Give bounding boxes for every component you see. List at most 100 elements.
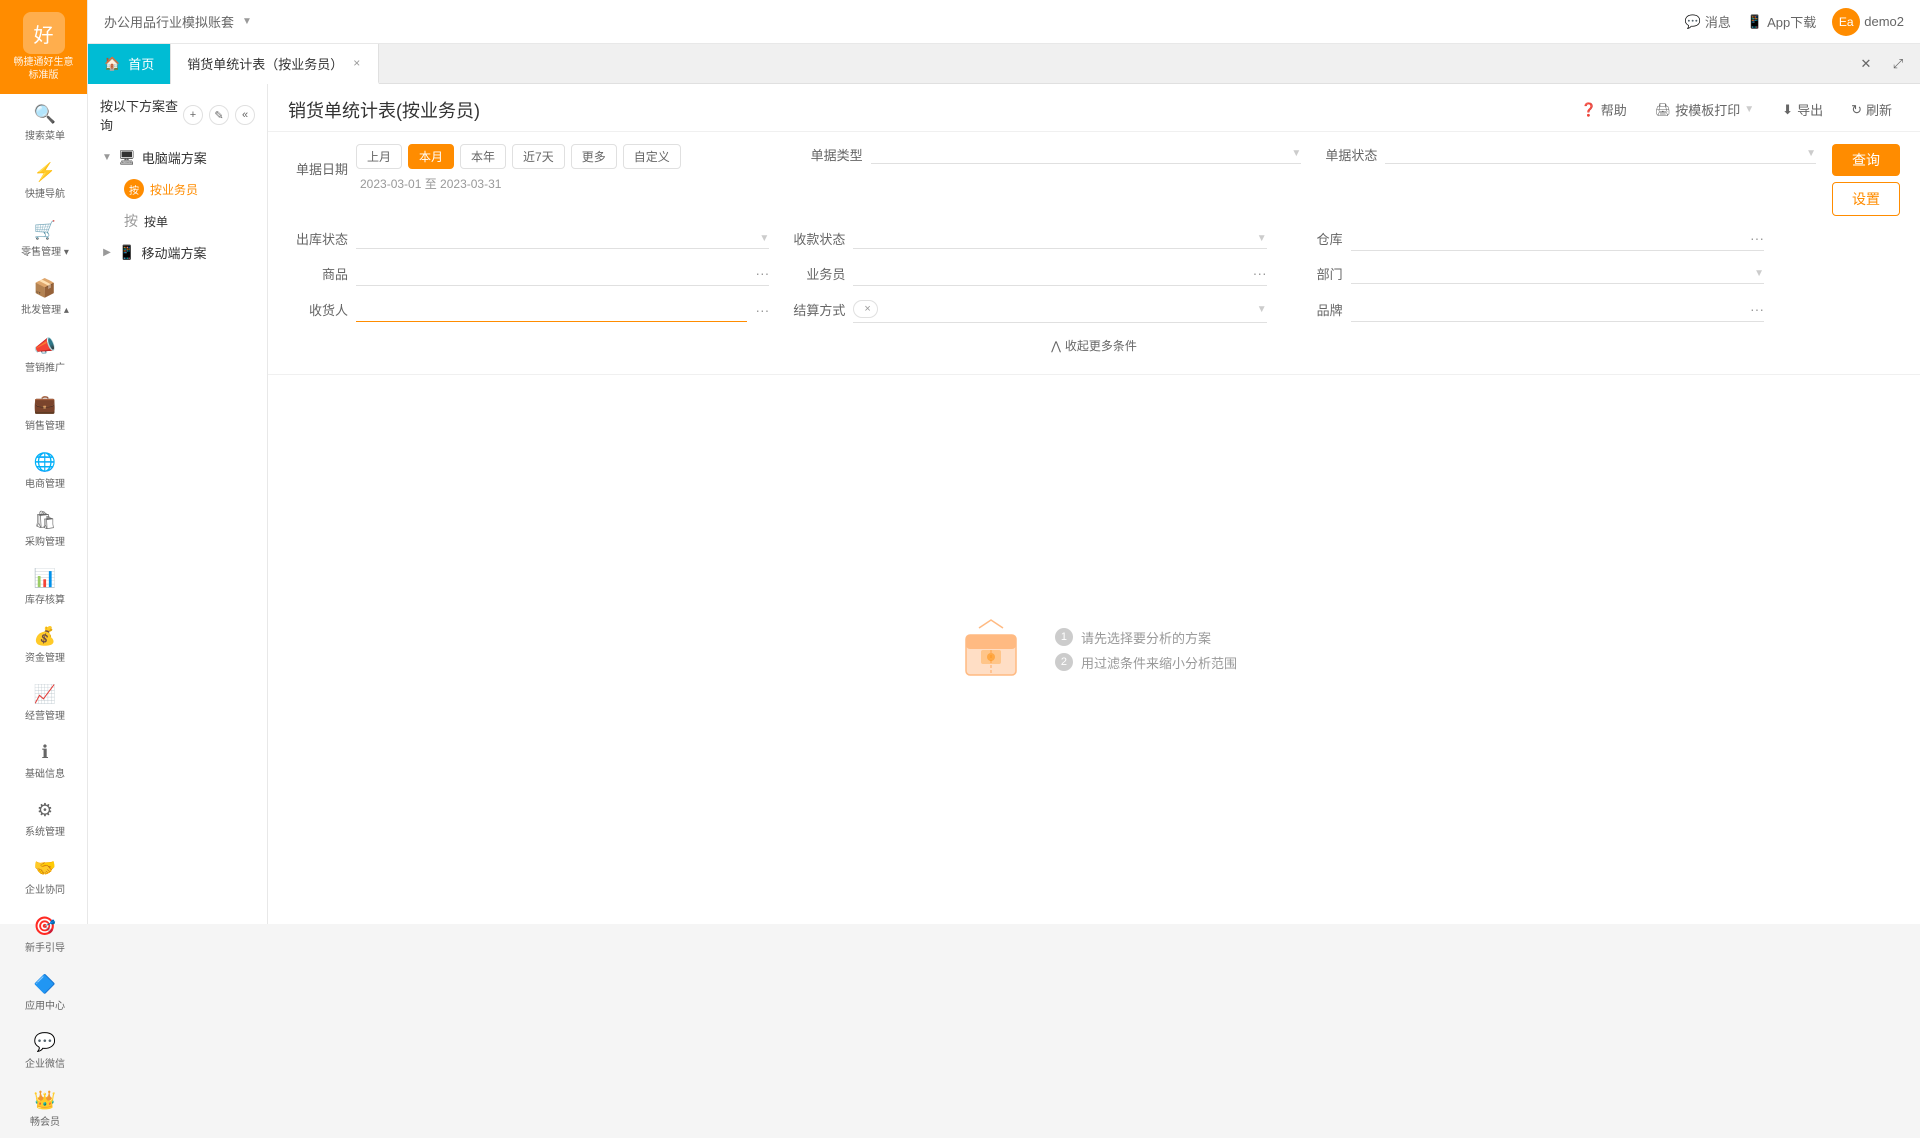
- settlement-select[interactable]: × ▼: [853, 296, 1266, 323]
- date-btn-last-month[interactable]: 上月: [356, 144, 402, 169]
- salesperson-select[interactable]: ···: [853, 261, 1266, 286]
- doc-status-select[interactable]: ▼: [1385, 144, 1816, 164]
- scheme-by-salesperson-label: 按业务员: [150, 181, 198, 198]
- tab-maximize-button[interactable]: ⤢: [1884, 50, 1912, 78]
- scheme-group-desktop[interactable]: ▼ 🖥 电脑端方案: [88, 142, 267, 173]
- logo[interactable]: 好 畅捷通好生意标准版: [0, 0, 87, 94]
- sidebar-item-label: 销售管理: [25, 417, 65, 432]
- sidebar-item-search[interactable]: 🔍 搜索菜单: [0, 94, 87, 152]
- help-button[interactable]: ❓ 帮助: [1573, 96, 1635, 123]
- sidebar-item-wechat[interactable]: 💬 企业微信: [0, 1022, 87, 1080]
- mobile-icon: 📱: [1747, 14, 1763, 30]
- date-btn-custom[interactable]: 自定义: [623, 144, 681, 169]
- sidebar-item-wholesale[interactable]: 📦 批发管理 ▴: [0, 268, 87, 326]
- message-button[interactable]: 💬 消息: [1685, 12, 1731, 31]
- sidebar-item-marketing[interactable]: 📣 营销推广: [0, 326, 87, 384]
- sidebar-item-sales[interactable]: 💼 销售管理: [0, 384, 87, 442]
- salesperson-dots-icon[interactable]: ···: [1253, 265, 1267, 281]
- settlement-arrow-icon: ▼: [1257, 304, 1267, 315]
- sidebar-item-inventory[interactable]: 📊 库存核算: [0, 558, 87, 616]
- department-select[interactable]: ▼: [1351, 264, 1764, 284]
- date-btn-7days[interactable]: 近7天: [512, 144, 565, 169]
- sidebar-item-member[interactable]: 👑 畅会员: [0, 1080, 87, 1138]
- export-button[interactable]: ⬇ 导出: [1774, 96, 1831, 123]
- sidebar-item-coop[interactable]: 🤝 企业协同: [0, 848, 87, 906]
- settings-button[interactable]: 设置: [1832, 182, 1900, 216]
- goods-dots-icon[interactable]: ···: [755, 265, 769, 281]
- sidebar-item-apps[interactable]: 🔷 应用中心: [0, 964, 87, 1022]
- out-status-select[interactable]: ▼: [356, 229, 769, 249]
- tab-bar-actions: ✕ ⤢: [1852, 50, 1920, 78]
- empty-tips: 1 请先选择要分析的方案 2 用过滤条件来缩小分析范围: [1055, 628, 1237, 672]
- plus-icon: +: [190, 109, 196, 121]
- home-icon: 🏠: [104, 56, 120, 72]
- sidebar-item-basic[interactable]: ℹ 基础信息: [0, 732, 87, 790]
- scheme-group-mobile[interactable]: ▶ 📱 移动端方案: [88, 237, 267, 268]
- doc-type-filter-field: 单据类型 ▼: [803, 144, 1302, 164]
- goods-select[interactable]: ···: [356, 261, 769, 286]
- sidebar-item-label: 电商管理: [25, 475, 65, 490]
- refresh-button[interactable]: ↻ 刷新: [1843, 96, 1900, 123]
- goods-field: 商品 ···: [288, 261, 769, 286]
- receipt-status-select[interactable]: ▼: [853, 229, 1266, 249]
- app-download-button[interactable]: 📱 App下载: [1747, 12, 1816, 31]
- main-area: 办公用品行业模拟账套 ▼ 💬 消息 📱 App下载 Ea demo2 🏠 首页: [88, 0, 1920, 924]
- date-btn-more[interactable]: 更多: [571, 144, 617, 169]
- date-btn-this-month[interactable]: 本月: [408, 144, 454, 169]
- tab-home-label: 首页: [128, 54, 154, 73]
- collapse-panel-button[interactable]: «: [235, 105, 255, 125]
- tab-sales-stats-label: 销货单统计表（按业务员）: [187, 54, 343, 73]
- warehouse-dots-icon[interactable]: ···: [1750, 230, 1764, 246]
- sidebar-item-label: 应用中心: [25, 997, 65, 1012]
- sales-icon: 💼: [34, 394, 56, 415]
- sidebar-item-shortcuts[interactable]: ⚡ 快捷导航: [0, 152, 87, 210]
- filter-area: 单据日期 上月 本月 本年 近7天 更多 自定义 2023-03-01 至 20…: [268, 132, 1920, 375]
- collapse-button[interactable]: ⋀ 收起更多条件: [1039, 333, 1149, 358]
- receiver-input[interactable]: [356, 298, 747, 322]
- brand-dots-icon[interactable]: ···: [1750, 301, 1764, 317]
- edit-scheme-button[interactable]: ✎: [209, 105, 229, 125]
- tab-home[interactable]: 🏠 首页: [88, 44, 171, 84]
- user-menu[interactable]: Ea demo2: [1832, 8, 1904, 36]
- tab-bar: 🏠 首页 销货单统计表（按业务员） × ✕ ⤢: [88, 44, 1920, 84]
- company-label: 办公用品行业模拟账套: [104, 12, 234, 31]
- add-scheme-button[interactable]: +: [183, 105, 203, 125]
- tab-close-button[interactable]: ×: [351, 54, 362, 72]
- doc-type-select[interactable]: ▼: [871, 144, 1302, 164]
- receiver-dots-icon[interactable]: ···: [755, 302, 769, 318]
- settlement-tag-close[interactable]: ×: [864, 303, 870, 315]
- print-button[interactable]: 🖨 按模板打印 ▼: [1647, 96, 1762, 123]
- print-arrow-icon: ▼: [1744, 104, 1754, 115]
- collapse-up-icon: ⋀: [1051, 339, 1061, 353]
- scheme-by-order[interactable]: 按 按单: [112, 205, 267, 237]
- sidebar-item-label: 营销推广: [25, 359, 65, 374]
- desktop-schemes: 按 按业务员 按 按单: [88, 173, 267, 237]
- sidebar-item-operation[interactable]: 📈 经营管理: [0, 674, 87, 732]
- warehouse-label: 仓库: [1283, 229, 1343, 248]
- warehouse-select[interactable]: ···: [1351, 226, 1764, 251]
- scheme-by-salesperson[interactable]: 按 按业务员: [112, 173, 267, 205]
- scheme-group-mobile-label: 移动端方案: [141, 243, 206, 262]
- company-selector[interactable]: 办公用品行业模拟账套 ▼: [104, 12, 252, 31]
- scheme-by-order-label: 按单: [144, 213, 168, 230]
- left-panel-title: 按以下方案查询: [100, 96, 183, 134]
- sidebar-item-purchase[interactable]: 🛍 采购管理: [0, 500, 87, 558]
- export-icon: ⬇: [1782, 102, 1793, 118]
- sidebar-item-retail[interactable]: 🛒 零售管理 ▾: [0, 210, 87, 268]
- message-label: 消息: [1705, 12, 1731, 31]
- query-button[interactable]: 查询: [1832, 144, 1900, 176]
- tab-minimize-button[interactable]: ✕: [1852, 50, 1880, 78]
- sidebar-item-newbie[interactable]: 🎯 新手引导: [0, 906, 87, 964]
- edit-icon: ✎: [214, 109, 223, 122]
- tab-sales-stats[interactable]: 销货单统计表（按业务员） ×: [171, 44, 379, 84]
- wechat-icon: 💬: [34, 1032, 56, 1053]
- sidebar-item-ecommerce[interactable]: 🌐 电商管理: [0, 442, 87, 500]
- sidebar-item-label: 企业微信: [25, 1055, 65, 1070]
- sidebar-item-system[interactable]: ⚙ 系统管理: [0, 790, 87, 848]
- collapse-row: ⋀ 收起更多条件: [288, 329, 1900, 362]
- tip-2-text: 用过滤条件来缩小分析范围: [1081, 653, 1237, 672]
- system-icon: ⚙: [37, 800, 53, 821]
- sidebar-item-finance[interactable]: 💰 资金管理: [0, 616, 87, 674]
- brand-select[interactable]: ···: [1351, 297, 1764, 322]
- date-btn-this-year[interactable]: 本年: [460, 144, 506, 169]
